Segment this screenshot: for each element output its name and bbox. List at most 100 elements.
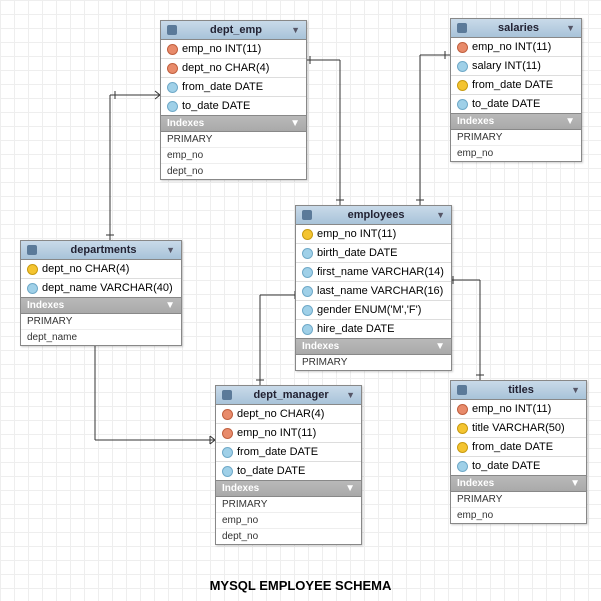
table-title: dept_manager: [253, 389, 328, 401]
column-row[interactable]: from_date DATE: [216, 443, 361, 462]
column-def: gender ENUM('M','F'): [317, 304, 421, 316]
index-item[interactable]: emp_no: [451, 146, 581, 161]
column-row[interactable]: first_name VARCHAR(14): [296, 263, 451, 282]
chevron-down-icon: ▼: [570, 478, 580, 489]
column-def: salary INT(11): [472, 60, 541, 72]
table-header[interactable]: salaries ▼: [451, 19, 581, 38]
index-item[interactable]: emp_no: [216, 513, 361, 529]
field-icon: [302, 324, 313, 335]
chevron-down-icon: ▼: [565, 116, 575, 127]
field-icon: [167, 101, 178, 112]
column-row[interactable]: dept_no CHAR(4): [21, 260, 181, 279]
fk-icon: [167, 44, 178, 55]
column-row[interactable]: emp_no INT(11): [451, 38, 581, 57]
key-icon: [457, 442, 468, 453]
indexes-header[interactable]: Indexes▼: [296, 338, 451, 355]
column-row[interactable]: to_date DATE: [216, 462, 361, 480]
field-icon: [302, 305, 313, 316]
column-row[interactable]: title VARCHAR(50): [451, 419, 586, 438]
column-row[interactable]: to_date DATE: [451, 457, 586, 475]
field-icon: [167, 82, 178, 93]
indexes-header[interactable]: Indexes▼: [216, 480, 361, 497]
table-header[interactable]: employees ▼: [296, 206, 451, 225]
index-item[interactable]: emp_no: [161, 148, 306, 164]
table-title: titles: [508, 384, 534, 396]
column-def: to_date DATE: [472, 98, 540, 110]
field-icon: [302, 248, 313, 259]
column-row[interactable]: emp_no INT(11): [451, 400, 586, 419]
table-dept-manager[interactable]: dept_manager▼ dept_no CHAR(4)emp_no INT(…: [215, 385, 362, 545]
column-row[interactable]: from_date DATE: [451, 438, 586, 457]
column-def: emp_no INT(11): [182, 43, 261, 55]
column-row[interactable]: salary INT(11): [451, 57, 581, 76]
fk-icon: [222, 428, 233, 439]
column-row[interactable]: from_date DATE: [451, 76, 581, 95]
chevron-down-icon: ▼: [165, 300, 175, 311]
table-salaries[interactable]: salaries ▼ emp_no INT(11) salary INT(11) fr…: [450, 18, 582, 162]
column-def: emp_no INT(11): [472, 41, 551, 53]
field-icon: [222, 447, 233, 458]
column-def: from_date DATE: [472, 441, 553, 453]
column-row[interactable]: hire_date DATE: [296, 320, 451, 338]
column-def: emp_no INT(11): [472, 403, 551, 415]
column-def: to_date DATE: [237, 465, 305, 477]
field-icon: [302, 286, 313, 297]
column-def: dept_no CHAR(4): [42, 263, 129, 275]
table-titles[interactable]: titles ▼ emp_no INT(11) title VARCHAR(50) f…: [450, 380, 587, 524]
field-icon: [222, 466, 233, 477]
fk-icon: [167, 63, 178, 74]
index-item[interactable]: dept_name: [21, 330, 181, 345]
column-row[interactable]: dept_no CHAR(4): [161, 59, 306, 78]
index-item[interactable]: dept_no: [216, 529, 361, 544]
table-title: departments: [71, 244, 137, 256]
column-row[interactable]: from_date DATE: [161, 78, 306, 97]
indexes-header[interactable]: Indexes▼: [21, 297, 181, 314]
column-def: birth_date DATE: [317, 247, 398, 259]
column-def: title VARCHAR(50): [472, 422, 565, 434]
column-row[interactable]: emp_no INT(11): [161, 40, 306, 59]
table-header[interactable]: departments▼: [21, 241, 181, 260]
table-employees[interactable]: employees ▼ emp_no INT(11) birth_date DATE…: [295, 205, 452, 371]
index-item[interactable]: PRIMARY: [216, 497, 361, 513]
index-item[interactable]: PRIMARY: [161, 132, 306, 148]
column-row[interactable]: dept_name VARCHAR(40): [21, 279, 181, 297]
key-icon: [457, 80, 468, 91]
column-def: first_name VARCHAR(14): [317, 266, 444, 278]
column-row[interactable]: to_date DATE: [451, 95, 581, 113]
index-item[interactable]: dept_no: [161, 164, 306, 179]
column-row[interactable]: emp_no INT(11): [296, 225, 451, 244]
table-dept-emp[interactable]: dept_emp▼ emp_no INT(11) dept_no CHAR(4) f…: [160, 20, 307, 180]
table-header[interactable]: titles ▼: [451, 381, 586, 400]
column-row[interactable]: last_name VARCHAR(16): [296, 282, 451, 301]
indexes-header[interactable]: Indexes▼: [451, 113, 581, 130]
field-icon: [457, 461, 468, 472]
chevron-down-icon: ▼: [571, 385, 580, 395]
index-item[interactable]: PRIMARY: [451, 492, 586, 508]
index-item[interactable]: emp_no: [451, 508, 586, 523]
chevron-down-icon: ▼: [566, 23, 575, 33]
key-icon: [457, 423, 468, 434]
fk-icon: [457, 404, 468, 415]
indexes-header[interactable]: Indexes▼: [451, 475, 586, 492]
chevron-down-icon: ▼: [436, 210, 445, 220]
column-row[interactable]: gender ENUM('M','F'): [296, 301, 451, 320]
column-row[interactable]: to_date DATE: [161, 97, 306, 115]
table-title: employees: [348, 209, 405, 221]
column-def: dept_no CHAR(4): [182, 62, 269, 74]
index-item[interactable]: PRIMARY: [296, 355, 451, 370]
column-row[interactable]: birth_date DATE: [296, 244, 451, 263]
indexes-header[interactable]: Indexes▼: [161, 115, 306, 132]
chevron-down-icon: ▼: [290, 118, 300, 129]
chevron-down-icon: ▼: [345, 483, 355, 494]
column-row[interactable]: emp_no INT(11): [216, 424, 361, 443]
column-def: from_date DATE: [237, 446, 318, 458]
index-item[interactable]: PRIMARY: [451, 130, 581, 146]
chevron-down-icon: ▼: [435, 341, 445, 352]
table-header[interactable]: dept_manager▼: [216, 386, 361, 405]
column-def: hire_date DATE: [317, 323, 394, 335]
table-title: salaries: [498, 22, 539, 34]
table-header[interactable]: dept_emp▼: [161, 21, 306, 40]
column-row[interactable]: dept_no CHAR(4): [216, 405, 361, 424]
table-departments[interactable]: departments▼ dept_no CHAR(4)dept_name VA…: [20, 240, 182, 346]
index-item[interactable]: PRIMARY: [21, 314, 181, 330]
